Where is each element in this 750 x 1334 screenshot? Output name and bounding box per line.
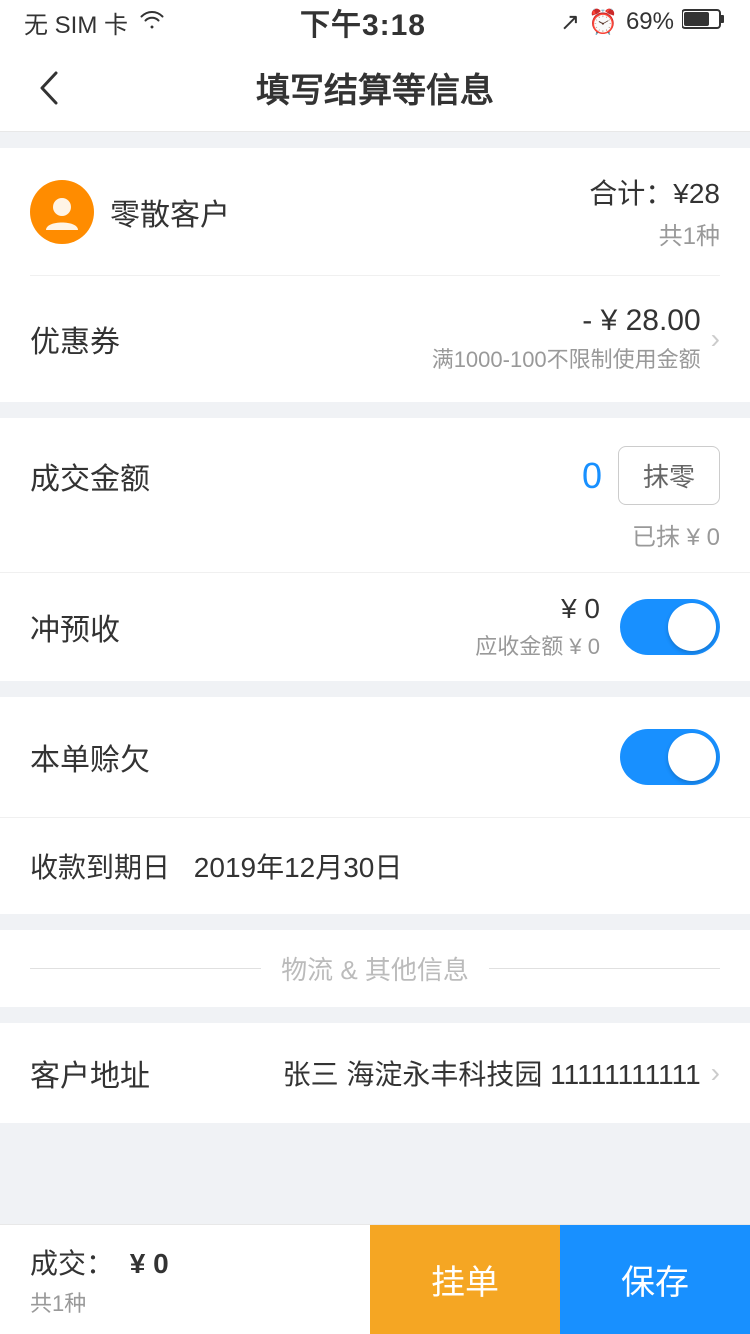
carrier-text: 无 SIM 卡 <box>24 5 128 40</box>
customer-total: 合计：¥28 共1种 <box>589 172 720 251</box>
total-amount: 合计：¥28 <box>589 172 720 212</box>
prepay-row: 冲预收 ¥ 0 应收金额 ¥ 0 <box>0 572 750 681</box>
prepay-info: ¥ 0 应收金额 ¥ 0 <box>475 593 600 661</box>
address-section: 客户地址 张三 海淀永丰科技园 11111111111 › <box>0 1023 750 1123</box>
nav-bar: 填写结算等信息 <box>0 44 750 132</box>
debt-section: 本单赊欠 收款到期日 2019年12月30日 <box>0 697 750 914</box>
wifi-icon <box>138 8 166 36</box>
coupon-info: - ¥ 28.00 满1000-100不限制使用金额 <box>432 304 701 374</box>
coupon-amount: - ¥ 28.00 <box>432 304 701 338</box>
save-button[interactable]: 保存 <box>560 1225 750 1334</box>
content: 零散客户 合计：¥28 共1种 优惠券 - ¥ 28.00 满1000-100不… <box>0 148 750 1269</box>
bottom-actions: 挂单 保存 <box>370 1225 750 1334</box>
coupon-label: 优惠券 <box>30 317 120 361</box>
deal-sub: 已抹 ¥ 0 <box>0 513 750 572</box>
address-chevron-icon: › <box>711 1057 720 1089</box>
deal-label: 成交金额 <box>30 454 150 498</box>
alarm-icon: ⏰ <box>588 8 618 37</box>
bottom-summary: 成交： ¥ 0 共1种 <box>0 1242 370 1318</box>
prepay-right: ¥ 0 应收金额 ¥ 0 <box>475 593 720 661</box>
address-value: 张三 海淀永丰科技园 11111111111 <box>170 1053 711 1093</box>
date-row: 收款到期日 2019年12月30日 <box>0 817 750 914</box>
deal-section: 成交金额 0 抹零 已抹 ¥ 0 冲预收 ¥ 0 应收金额 ¥ 0 <box>0 418 750 681</box>
address-label: 客户地址 <box>30 1051 150 1095</box>
debt-row: 本单赊欠 <box>0 697 750 817</box>
bottom-bar: 成交： ¥ 0 共1种 挂单 保存 <box>0 1224 750 1334</box>
customer-row: 零散客户 合计：¥28 共1种 <box>0 148 750 275</box>
coupon-desc: 满1000-100不限制使用金额 <box>432 342 701 374</box>
customer-avatar <box>30 180 94 244</box>
customer-name: 零散客户 <box>110 190 230 234</box>
coupon-right: - ¥ 28.00 满1000-100不限制使用金额 › <box>432 304 720 374</box>
debt-label: 本单赊欠 <box>30 735 150 779</box>
bottom-deal-amount: ¥ 0 <box>130 1248 169 1279</box>
battery-text: 69% <box>626 8 674 36</box>
address-row[interactable]: 客户地址 张三 海淀永丰科技园 11111111111 › <box>0 1023 750 1123</box>
date-value: 2019年12月30日 <box>194 852 403 883</box>
customer-card: 零散客户 合计：¥28 共1种 优惠券 - ¥ 28.00 满1000-100不… <box>0 148 750 402</box>
prepay-sub: 应收金额 ¥ 0 <box>475 629 600 661</box>
status-right: ↗ ⏰ 69% <box>560 8 726 37</box>
date-label: 收款到期日 <box>30 852 170 883</box>
logistics-divider: 物流 & 其他信息 <box>0 930 750 1007</box>
total-count: 共1种 <box>589 216 720 251</box>
deal-value: 0 <box>582 455 602 497</box>
chevron-right-icon: › <box>711 323 720 355</box>
debt-toggle[interactable] <box>620 729 720 785</box>
customer-left: 零散客户 <box>30 180 230 244</box>
logistics-title: 物流 & 其他信息 <box>281 950 469 987</box>
status-bar: 无 SIM 卡 下午3:18 ↗ ⏰ 69% <box>0 0 750 44</box>
hang-button[interactable]: 挂单 <box>370 1225 560 1334</box>
prepay-toggle[interactable] <box>620 599 720 655</box>
logistics-line-left <box>30 968 261 969</box>
battery-icon <box>682 8 726 37</box>
coupon-row[interactable]: 优惠券 - ¥ 28.00 满1000-100不限制使用金额 › <box>0 276 750 402</box>
logistics-section: 物流 & 其他信息 <box>0 930 750 1007</box>
prepay-label: 冲预收 <box>30 605 120 649</box>
deal-row: 成交金额 0 抹零 <box>0 418 750 513</box>
round-button[interactable]: 抹零 <box>618 446 720 505</box>
location-icon: ↗ <box>560 8 580 37</box>
status-left: 无 SIM 卡 <box>24 5 166 40</box>
bottom-deal-row: 成交： ¥ 0 <box>30 1242 340 1282</box>
back-button[interactable] <box>24 63 74 113</box>
logistics-line-right <box>489 968 720 969</box>
page-title: 填写结算等信息 <box>256 63 494 112</box>
status-time: 下午3:18 <box>300 0 426 44</box>
prepay-amount: ¥ 0 <box>475 593 600 625</box>
bottom-deal-label: 成交： <box>30 1248 114 1279</box>
bottom-count: 共1种 <box>30 1286 340 1318</box>
deal-right: 0 抹零 <box>582 446 720 505</box>
